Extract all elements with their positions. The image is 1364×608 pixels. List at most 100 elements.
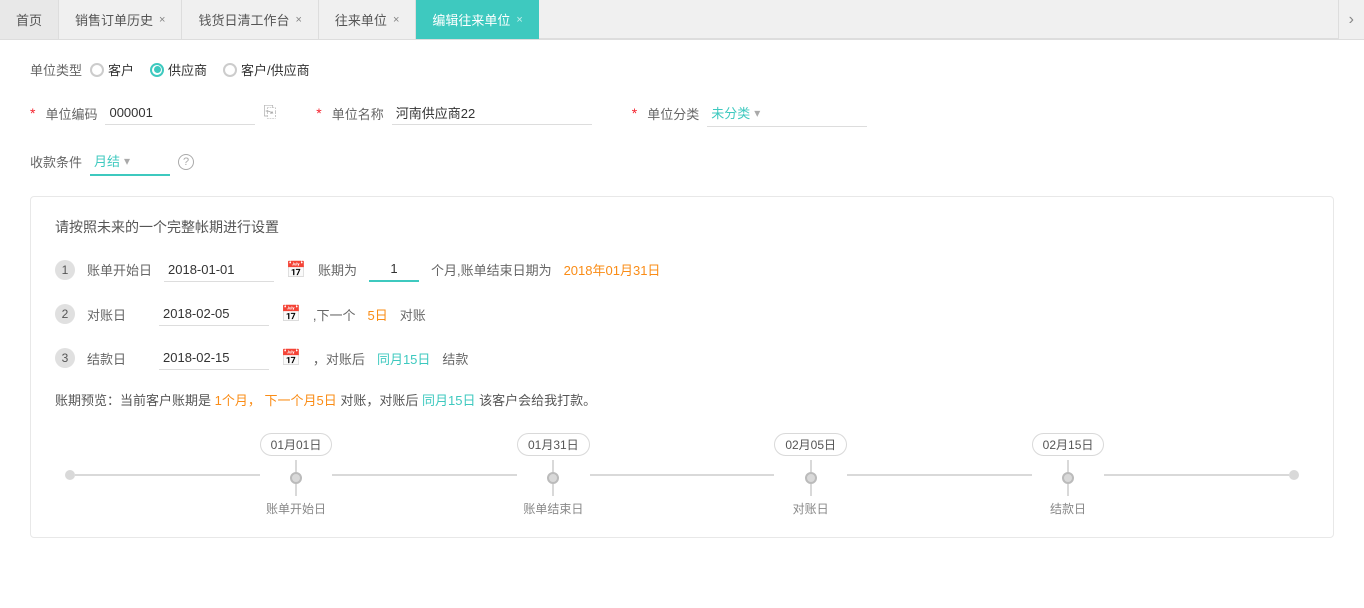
- row-num-1: 1: [55, 260, 75, 280]
- timeline-line-3: [590, 474, 775, 476]
- tab-daily-work-close[interactable]: ×: [295, 14, 301, 26]
- unit-code-star: *: [30, 105, 35, 121]
- node-2-label: 账单结束日: [523, 500, 583, 517]
- unit-name-label: 单位名称: [332, 104, 384, 123]
- payment-terms-label: 收款条件: [30, 152, 82, 171]
- node-1-label: 账单开始日: [266, 500, 326, 517]
- tab-home-label: 首页: [16, 10, 42, 29]
- radio-customer-circle: [90, 63, 104, 77]
- node-1-circle: [290, 472, 302, 484]
- period-months-input[interactable]: [369, 257, 419, 282]
- period-box: 请按照未来的一个完整帐期进行设置 1 账单开始日 📅 账期为 个月,账单结束日期…: [30, 196, 1334, 538]
- period-unit-text: 个月,账单结束日期为: [431, 260, 552, 279]
- radio-supplier-label: 供应商: [168, 60, 207, 79]
- tab-partners-close[interactable]: ×: [393, 14, 399, 26]
- unit-category-value: 未分类: [711, 103, 750, 122]
- payment-day-highlight: 同月15日: [377, 349, 430, 368]
- node-4-date: 02月15日: [1032, 433, 1105, 456]
- timeline-right-dot: [1289, 470, 1299, 480]
- tab-edit-partner-close[interactable]: ×: [516, 14, 522, 26]
- unit-code-input[interactable]: [105, 101, 255, 125]
- timeline: 01月01日 账单开始日 01月31日 账单结束日 02月05日: [55, 433, 1309, 517]
- reconcile-day-highlight: 5日: [368, 305, 388, 324]
- timeline-line-5: [1104, 474, 1289, 476]
- row-label-3: 结款日: [87, 349, 147, 368]
- node-2-circle: [547, 472, 559, 484]
- row-label-1: 账单开始日: [87, 260, 152, 279]
- unit-category-field: * 单位分类 未分类 ▾: [632, 99, 867, 127]
- unit-info-row: * 单位编码 ⎘ * 单位名称 * 单位分类 未分类 ▾: [30, 99, 1334, 127]
- timeline-left-dot: [65, 470, 75, 480]
- timeline-line-1: [75, 474, 260, 476]
- preview-reconcile-day: 下一个月5日: [265, 393, 337, 408]
- node-2-stem-bottom: [552, 484, 554, 496]
- start-date-input[interactable]: [164, 258, 274, 282]
- unit-category-arrow: ▾: [754, 106, 760, 120]
- unit-name-input[interactable]: [392, 101, 592, 125]
- radio-supplier-circle: [150, 63, 164, 77]
- main-content: 单位类型 客户 供应商 客户/供应商 * 单位编码: [0, 40, 1364, 608]
- radio-both[interactable]: 客户/供应商: [223, 60, 310, 79]
- node-4-circle: [1062, 472, 1074, 484]
- radio-customer[interactable]: 客户: [90, 60, 134, 79]
- help-icon[interactable]: ?: [178, 154, 194, 170]
- tab-home[interactable]: 首页: [0, 0, 59, 39]
- node-1-date: 01月01日: [260, 433, 333, 456]
- radio-supplier[interactable]: 供应商: [150, 60, 207, 79]
- payment-date-calendar-icon[interactable]: 📅: [281, 348, 301, 368]
- radio-customer-label: 客户: [108, 60, 134, 79]
- tab-arrow[interactable]: ›: [1338, 0, 1364, 39]
- payment-desc-prefix: ，对账后: [313, 349, 365, 368]
- timeline-line-2: [332, 474, 517, 476]
- node-1-stem-bottom: [295, 484, 297, 496]
- period-end-date: 2018年01月31日: [564, 260, 661, 279]
- row-num-2: 2: [55, 304, 75, 324]
- start-date-calendar-icon[interactable]: 📅: [286, 260, 306, 280]
- tab-sales-history[interactable]: 销售订单历史 ×: [59, 0, 182, 39]
- node-3-stem: [810, 460, 812, 472]
- node-3-label: 对账日: [793, 500, 829, 517]
- payment-date-input[interactable]: [159, 346, 269, 370]
- reconcile-date-calendar-icon[interactable]: 📅: [281, 304, 301, 324]
- period-row-1: 1 账单开始日 📅 账期为 个月,账单结束日期为 2018年01月31日: [55, 257, 1309, 282]
- reconcile-date-input[interactable]: [159, 302, 269, 326]
- preview-payment-day: 同月15日: [422, 393, 475, 408]
- timeline-node-4: 02月15日 结款日: [1032, 433, 1105, 517]
- reconcile-desc-suffix: 对账: [400, 305, 426, 324]
- tab-daily-work[interactable]: 钱货日清工作台 ×: [182, 0, 318, 39]
- preview-prefix: 账期预览：当前客户账期是: [55, 393, 211, 408]
- radio-both-circle: [223, 63, 237, 77]
- unit-category-star: *: [632, 105, 637, 121]
- tab-edit-partner[interactable]: 编辑往来单位 ×: [416, 0, 538, 39]
- copy-icon[interactable]: ⎘: [263, 104, 276, 122]
- unit-type-label: 单位类型: [30, 60, 82, 79]
- payment-terms-field: 收款条件 月结 ▾ ?: [30, 147, 194, 176]
- period-row-2: 2 对账日 📅 ,下一个 5日 对账: [55, 302, 1309, 326]
- unit-type-field: 单位类型 客户 供应商 客户/供应商: [30, 60, 310, 79]
- tab-edit-partner-label: 编辑往来单位: [432, 10, 510, 29]
- tab-sales-history-label: 销售订单历史: [75, 10, 153, 29]
- radio-group: 客户 供应商 客户/供应商: [90, 60, 310, 79]
- unit-category-label: 单位分类: [647, 104, 699, 123]
- payment-terms-row: 收款条件 月结 ▾ ?: [30, 147, 1334, 176]
- node-3-date: 02月05日: [774, 433, 847, 456]
- radio-both-label: 客户/供应商: [241, 60, 310, 79]
- node-2-date: 01月31日: [517, 433, 590, 456]
- unit-name-star: *: [316, 105, 321, 121]
- unit-category-select[interactable]: 未分类 ▾: [707, 99, 867, 127]
- payment-terms-select[interactable]: 月结 ▾: [90, 147, 170, 176]
- preview-suffix: 该客户会给我打款。: [479, 393, 596, 408]
- unit-code-label: 单位编码: [45, 104, 97, 123]
- tab-partners[interactable]: 往来单位 ×: [319, 0, 416, 39]
- tab-bar: 首页 销售订单历史 × 钱货日清工作台 × 往来单位 × 编辑往来单位 × ›: [0, 0, 1364, 40]
- period-title: 请按照未来的一个完整帐期进行设置: [55, 217, 1309, 237]
- timeline-line-4: [847, 474, 1032, 476]
- node-4-label: 结款日: [1050, 500, 1086, 517]
- node-3-circle: [805, 472, 817, 484]
- payment-desc-suffix: 结款: [442, 349, 468, 368]
- timeline-node-3: 02月05日 对账日: [774, 433, 847, 517]
- tab-sales-history-close[interactable]: ×: [159, 14, 165, 26]
- payment-terms-arrow: ▾: [124, 154, 130, 168]
- node-4-stem: [1067, 460, 1069, 472]
- unit-name-field: * 单位名称: [316, 101, 591, 125]
